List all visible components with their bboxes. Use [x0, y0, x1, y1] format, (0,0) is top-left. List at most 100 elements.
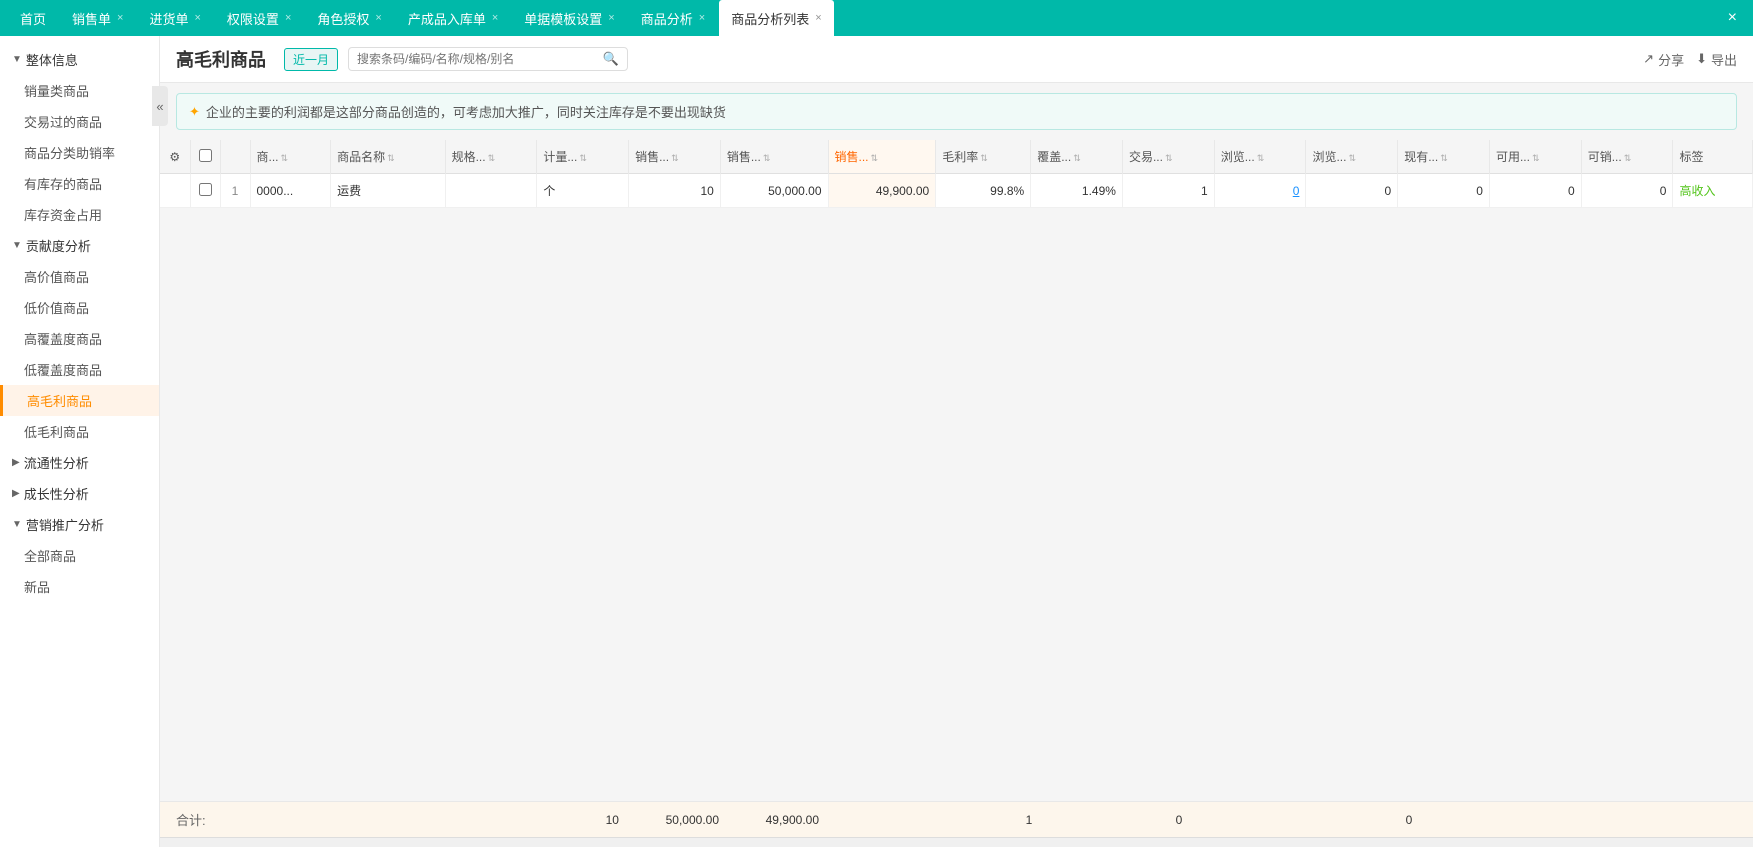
- col-browse1[interactable]: 浏览...⇅: [1214, 140, 1306, 174]
- nav-close-roles[interactable]: ×: [375, 12, 381, 24]
- nav-item-template[interactable]: 单据模板设置 ×: [512, 0, 626, 36]
- search-icon[interactable]: 🔍: [603, 51, 619, 67]
- row-name: 运费: [331, 174, 445, 208]
- col-num: [220, 140, 250, 174]
- sidebar-item-in-stock-goods[interactable]: 有库存的商品: [0, 168, 159, 199]
- sidebar-item-category-rate[interactable]: 商品分类助销率: [0, 137, 159, 168]
- col-settings[interactable]: ⚙: [160, 140, 190, 174]
- col-unit[interactable]: 计量...⇅: [537, 140, 629, 174]
- col-transaction[interactable]: 交易...⇅: [1122, 140, 1214, 174]
- col-sales-qty[interactable]: 销售...⇅: [629, 140, 721, 174]
- info-banner-text: 企业的主要的利润都是这部分商品创造的，可考虑加大推广，同时关注库存是不要出现缺货: [206, 102, 726, 121]
- sidebar-item-stock-capital[interactable]: 库存资金占用: [0, 199, 159, 230]
- col-browse2[interactable]: 浏览...⇅: [1306, 140, 1398, 174]
- nav-close-purchase[interactable]: ×: [194, 12, 200, 24]
- col-spec[interactable]: 规格...⇅: [445, 140, 537, 174]
- footer-browse2: 0: [1176, 813, 1226, 827]
- row-sales-qty: 10: [629, 174, 721, 208]
- search-input[interactable]: [357, 52, 599, 66]
- nav-item-roles[interactable]: 角色授权 ×: [305, 0, 393, 36]
- row-settings[interactable]: [160, 174, 190, 208]
- nav-label-template: 单据模板设置: [524, 9, 602, 28]
- row-transaction: 1: [1122, 174, 1214, 208]
- col-saleable[interactable]: 可销...⇅: [1581, 140, 1673, 174]
- col-code[interactable]: 商...⇅: [250, 140, 331, 174]
- sidebar-item-all-goods[interactable]: 全部商品: [0, 540, 159, 571]
- nav-close-analysis-list[interactable]: ×: [815, 12, 821, 24]
- page-title: 高毛利商品: [176, 46, 266, 72]
- export-label: 导出: [1711, 50, 1737, 69]
- col-coverage[interactable]: 覆盖...⇅: [1031, 140, 1123, 174]
- window-close-button[interactable]: ×: [1720, 9, 1745, 27]
- nav-item-sales[interactable]: 销售单 ×: [60, 0, 135, 36]
- search-wrap: 🔍: [348, 47, 628, 71]
- nav-label-sales: 销售单: [72, 9, 111, 28]
- table-body: 1 0000... 运费 个 10 50,000.00 49,900.00 99…: [160, 174, 1753, 208]
- sidebar-group-circulation-label: 流通性分析: [24, 453, 89, 472]
- sidebar-item-low-margin[interactable]: 低毛利商品: [0, 416, 159, 447]
- select-all-checkbox[interactable]: [199, 149, 212, 162]
- nav-item-finished-goods[interactable]: 产成品入库单 ×: [396, 0, 510, 36]
- row-current-stock: 0: [1398, 174, 1490, 208]
- sidebar-group-overall-label: 整体信息: [26, 50, 78, 69]
- sidebar-collapse-button[interactable]: «: [152, 86, 168, 126]
- nav-close-sales[interactable]: ×: [117, 12, 123, 24]
- filter-tag-month[interactable]: 近一月: [284, 48, 338, 71]
- sidebar-item-traded-goods[interactable]: 交易过的商品: [0, 106, 159, 137]
- footer-bar: 合计: 10 50,000.00 49,900.00 1 0 0: [160, 801, 1753, 837]
- row-code: 0000...: [250, 174, 331, 208]
- sidebar-group-contribution[interactable]: ▼ 贡献度分析: [0, 230, 159, 261]
- row-checkbox[interactable]: [190, 174, 220, 208]
- col-current-stock[interactable]: 现有...⇅: [1398, 140, 1490, 174]
- col-sales-amt[interactable]: 销售...⇅: [720, 140, 828, 174]
- col-checkbox[interactable]: [190, 140, 220, 174]
- table-header-row: ⚙ 商...⇅ 商品名称⇅ 规格...⇅ 计量...⇅ 销售...⇅ 销售...…: [160, 140, 1753, 174]
- row-spec: [445, 174, 537, 208]
- share-button[interactable]: ↗ 分享: [1643, 50, 1684, 69]
- nav-item-analysis[interactable]: 商品分析 ×: [629, 0, 717, 36]
- col-available[interactable]: 可用...⇅: [1489, 140, 1581, 174]
- nav-item-permissions[interactable]: 权限设置 ×: [215, 0, 303, 36]
- sidebar-item-high-margin[interactable]: 高毛利商品: [0, 385, 159, 416]
- export-button[interactable]: ⬇ 导出: [1696, 50, 1737, 69]
- nav-item-analysis-list[interactable]: 商品分析列表 ×: [719, 0, 833, 36]
- row-browse2: 0: [1306, 174, 1398, 208]
- sidebar-group-marketing[interactable]: ▼ 营销推广分析: [0, 509, 159, 540]
- footer-sales-amt: 50,000.00: [666, 813, 746, 827]
- chevron-down-icon: ▼: [12, 54, 22, 65]
- nav-label-permissions: 权限设置: [227, 9, 279, 28]
- col-tag[interactable]: 标签: [1673, 140, 1753, 174]
- nav-close-analysis[interactable]: ×: [699, 12, 705, 24]
- row-sales-amt: 50,000.00: [720, 174, 828, 208]
- chevron-down-icon-2: ▼: [12, 240, 22, 251]
- nav-close-finished-goods[interactable]: ×: [492, 12, 498, 24]
- col-gross-margin[interactable]: 毛利率⇅: [936, 140, 1031, 174]
- sidebar-item-sales-goods[interactable]: 销量类商品: [0, 75, 159, 106]
- sidebar-item-new-goods[interactable]: 新品: [0, 571, 159, 602]
- sidebar-group-circulation[interactable]: ▶ 流通性分析: [0, 447, 159, 478]
- col-sales-profit[interactable]: 销售...⇅: [828, 140, 936, 174]
- row-sales-profit: 49,900.00: [828, 174, 936, 208]
- sidebar-item-high-value[interactable]: 高价值商品: [0, 261, 159, 292]
- col-name[interactable]: 商品名称⇅: [331, 140, 445, 174]
- row-saleable: 0: [1581, 174, 1673, 208]
- row-tag: 高收入: [1673, 174, 1753, 208]
- sidebar-item-low-coverage[interactable]: 低覆盖度商品: [0, 354, 159, 385]
- nav-label-purchase: 进货单: [149, 9, 188, 28]
- top-nav: 首页 销售单 × 进货单 × 权限设置 × 角色授权 × 产成品入库单 × 单据…: [0, 0, 1753, 36]
- nav-close-template[interactable]: ×: [608, 12, 614, 24]
- content-header: 高毛利商品 近一月 🔍 ↗ 分享 ⬇ 导出: [160, 36, 1753, 83]
- horizontal-scrollbar[interactable]: [160, 837, 1753, 847]
- row-browse1[interactable]: 0: [1214, 174, 1306, 208]
- nav-item-purchase[interactable]: 进货单 ×: [137, 0, 212, 36]
- nav-item-home[interactable]: 首页: [8, 0, 58, 36]
- nav-label-roles: 角色授权: [317, 9, 369, 28]
- footer-transaction: 1: [1026, 813, 1076, 827]
- sidebar-item-high-coverage[interactable]: 高覆盖度商品: [0, 323, 159, 354]
- sidebar-item-low-value[interactable]: 低价值商品: [0, 292, 159, 323]
- row-unit: 个: [537, 174, 629, 208]
- sidebar-group-growth[interactable]: ▶ 成长性分析: [0, 478, 159, 509]
- sidebar-group-overall[interactable]: ▼ 整体信息: [0, 44, 159, 75]
- nav-label-finished-goods: 产成品入库单: [408, 9, 486, 28]
- nav-close-permissions[interactable]: ×: [285, 12, 291, 24]
